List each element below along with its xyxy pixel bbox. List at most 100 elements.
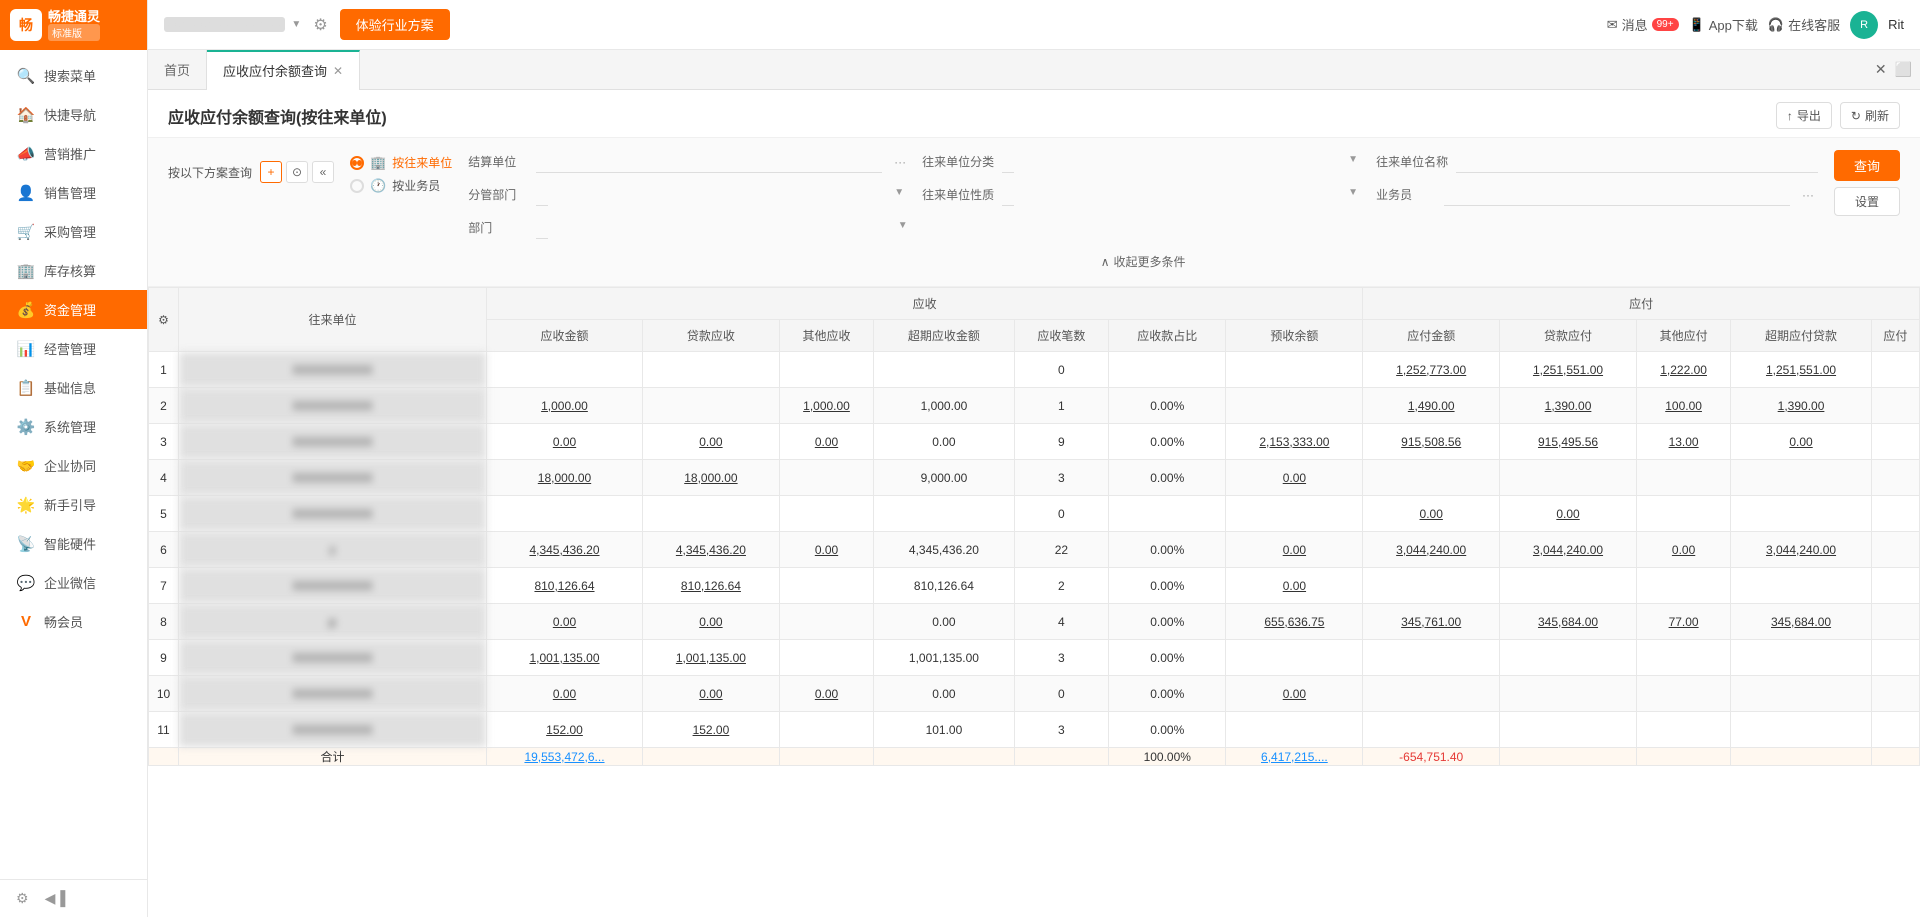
logo-badge: 标准版: [48, 24, 100, 41]
salesperson-dots-icon[interactable]: ···: [1798, 188, 1818, 202]
scheme-edit-btn[interactable]: ⊙: [286, 161, 308, 183]
filter-select-sub-dept[interactable]: [536, 216, 548, 239]
settlement-dots-icon[interactable]: ···: [890, 155, 910, 169]
cell-partner: p: [179, 604, 487, 640]
service-label: 在线客服: [1788, 15, 1840, 34]
sidebar-item-operation[interactable]: 📊 经营管理: [0, 329, 147, 368]
app-icon: 📱: [1689, 17, 1705, 33]
filter-field-sub-dept: 部门: [468, 216, 913, 239]
footer-ysje[interactable]: 19,553,472,6...: [486, 748, 642, 766]
sidebar-item-finance[interactable]: 💰 资金管理: [0, 290, 147, 329]
collapse-label: 收起更多条件: [1113, 253, 1185, 270]
cell-no: 7: [149, 568, 179, 604]
sidebar-item-quick-nav[interactable]: 🏠 快捷导航: [0, 95, 147, 134]
scheme-collapse-btn[interactable]: «: [312, 161, 334, 183]
scheme-radio-by-staff: [350, 179, 364, 193]
scheme-radio-by-unit: [350, 156, 364, 170]
table-row: 3XXXXXXXXXX0.000.000.000.0090.00%2,153,3…: [149, 424, 1920, 460]
message-btn[interactable]: ✉ 消息 99+: [1607, 15, 1679, 34]
cell-no: 11: [149, 712, 179, 748]
th-ysje: 应收金额: [486, 320, 642, 352]
th-setting[interactable]: ⚙: [149, 288, 179, 352]
refresh-button[interactable]: ↻ 刷新: [1840, 102, 1900, 129]
query-button[interactable]: 查询: [1834, 150, 1900, 181]
tab-bar: 首页 应收应付余额查询 ✕ ✕ ⬜: [148, 50, 1920, 90]
filter-input-salesperson[interactable]: [1444, 183, 1790, 206]
th-yfje: 应付金额: [1363, 320, 1500, 352]
basic-icon: 📋: [16, 379, 36, 397]
scheme-option-by-staff[interactable]: 🕐 按业务员: [350, 177, 452, 194]
data-table: ⚙ 往来单位 应收 应付 应收金额 贷款应收 其他应收 超期应收金额 应收笔数 …: [148, 287, 1920, 766]
filter-select-partner-nature[interactable]: [1002, 183, 1014, 206]
footer-no: [149, 748, 179, 766]
sidebar-settings-btn[interactable]: ⚙: [16, 890, 29, 907]
footer-qtys: [779, 748, 873, 766]
scheme-add-btn[interactable]: +: [260, 161, 282, 183]
main-content: 首页 应收应付余额查询 ✕ ✕ ⬜ 应收应付余额查询(按往来单位) ↑ 导出 ↻…: [148, 50, 1920, 917]
window-close-icon[interactable]: ✕: [1875, 61, 1887, 78]
breadcrumb-arrow-icon[interactable]: ▼: [291, 19, 301, 30]
cell-no: 3: [149, 424, 179, 460]
th-dkys: 贷款应收: [643, 320, 780, 352]
filter-label-partner-name: 往来单位名称: [1376, 153, 1448, 170]
table-row: 5XXXXXXXXXX00.000.00: [149, 496, 1920, 532]
header-gear-icon[interactable]: ⚙: [313, 15, 327, 35]
footer-qtyf: [1636, 748, 1730, 766]
message-label: 消息: [1622, 15, 1648, 34]
footer-yfje: -654,751.40: [1363, 748, 1500, 766]
sidebar-item-label: 库存核算: [44, 261, 96, 280]
footer-ysbshu: [1014, 748, 1108, 766]
scheme-label: 按以下方案查询: [168, 164, 252, 181]
sidebar-item-label: 营销推广: [44, 144, 96, 163]
filter-input-partner-name[interactable]: [1456, 150, 1818, 173]
scheme-option-by-unit[interactable]: 🏢 按往来单位: [350, 154, 452, 171]
th-partner: 往来单位: [179, 288, 487, 352]
settings-button[interactable]: 设置: [1834, 187, 1900, 216]
export-button[interactable]: ↑ 导出: [1776, 102, 1832, 129]
sidebar-item-marketing[interactable]: 📣 营销推广: [0, 134, 147, 173]
window-maximize-icon[interactable]: ⬜: [1895, 61, 1912, 78]
table-row: 8p0.000.000.0040.00%655,636.75345,761.00…: [149, 604, 1920, 640]
finance-icon: 💰: [16, 301, 36, 319]
tab-home[interactable]: 首页: [148, 50, 207, 90]
sidebar-item-guide[interactable]: 🌟 新手引导: [0, 485, 147, 524]
sidebar-item-label: 快捷导航: [44, 105, 96, 124]
header-company: XXXXXXXXXXXXXX: [164, 17, 285, 32]
sidebar-item-search-menu[interactable]: 🔍 搜索菜单: [0, 56, 147, 95]
service-btn[interactable]: 🎧 在线客服: [1768, 15, 1840, 34]
cell-partner: XXXXXXXXXX: [179, 388, 487, 424]
sidebar-item-purchase[interactable]: 🛒 采购管理: [0, 212, 147, 251]
sidebar-item-system[interactable]: ⚙️ 系统管理: [0, 407, 147, 446]
tab-close-icon[interactable]: ✕: [333, 64, 343, 78]
filter-select-dept[interactable]: [536, 183, 548, 206]
avatar: R: [1850, 11, 1878, 39]
sidebar-item-basic[interactable]: 📋 基础信息: [0, 368, 147, 407]
app-download-btn[interactable]: 📱 App下载: [1689, 15, 1758, 34]
logo-icon: 畅: [10, 9, 42, 41]
footer-ysey[interactable]: 6,417,215....: [1226, 748, 1363, 766]
filter-row-2: 分管部门 往来单位性质: [468, 183, 1818, 206]
app-label: App下载: [1709, 15, 1758, 34]
sidebar-collapse-btn[interactable]: ◀▐: [45, 890, 66, 907]
filter-collapse-btn[interactable]: ∧ 收起更多条件: [468, 249, 1818, 274]
filter-label-partner-category: 往来单位分类: [922, 153, 994, 170]
promo-button[interactable]: 体验行业方案: [340, 9, 450, 40]
sidebar-item-inventory[interactable]: 🏢 库存核算: [0, 251, 147, 290]
filter-select-partner-category[interactable]: [1002, 150, 1014, 173]
tab-ar-ap[interactable]: 应收应付余额查询 ✕: [207, 50, 360, 90]
filter-field-salesperson: 业务员 ···: [1376, 183, 1818, 206]
sidebar-item-hardware[interactable]: 📡 智能硬件: [0, 524, 147, 563]
sidebar-item-sales[interactable]: 👤 销售管理: [0, 173, 147, 212]
sidebar-item-member[interactable]: V 畅会员: [0, 602, 147, 641]
filter-input-settlement[interactable]: [536, 150, 882, 173]
footer-label: 合计: [179, 748, 487, 766]
sidebar-item-corp[interactable]: 🤝 企业协同: [0, 446, 147, 485]
filter-label-settlement: 结算单位: [468, 153, 528, 170]
sidebar-item-label: 智能硬件: [44, 534, 96, 553]
scheme-by-unit-label: 按往来单位: [392, 154, 452, 171]
sidebar-item-wechat[interactable]: 💬 企业微信: [0, 563, 147, 602]
footer-sqysje: [874, 748, 1015, 766]
refresh-icon: ↻: [1851, 109, 1861, 123]
purchase-icon: 🛒: [16, 223, 36, 241]
message-badge: 99+: [1652, 18, 1679, 31]
